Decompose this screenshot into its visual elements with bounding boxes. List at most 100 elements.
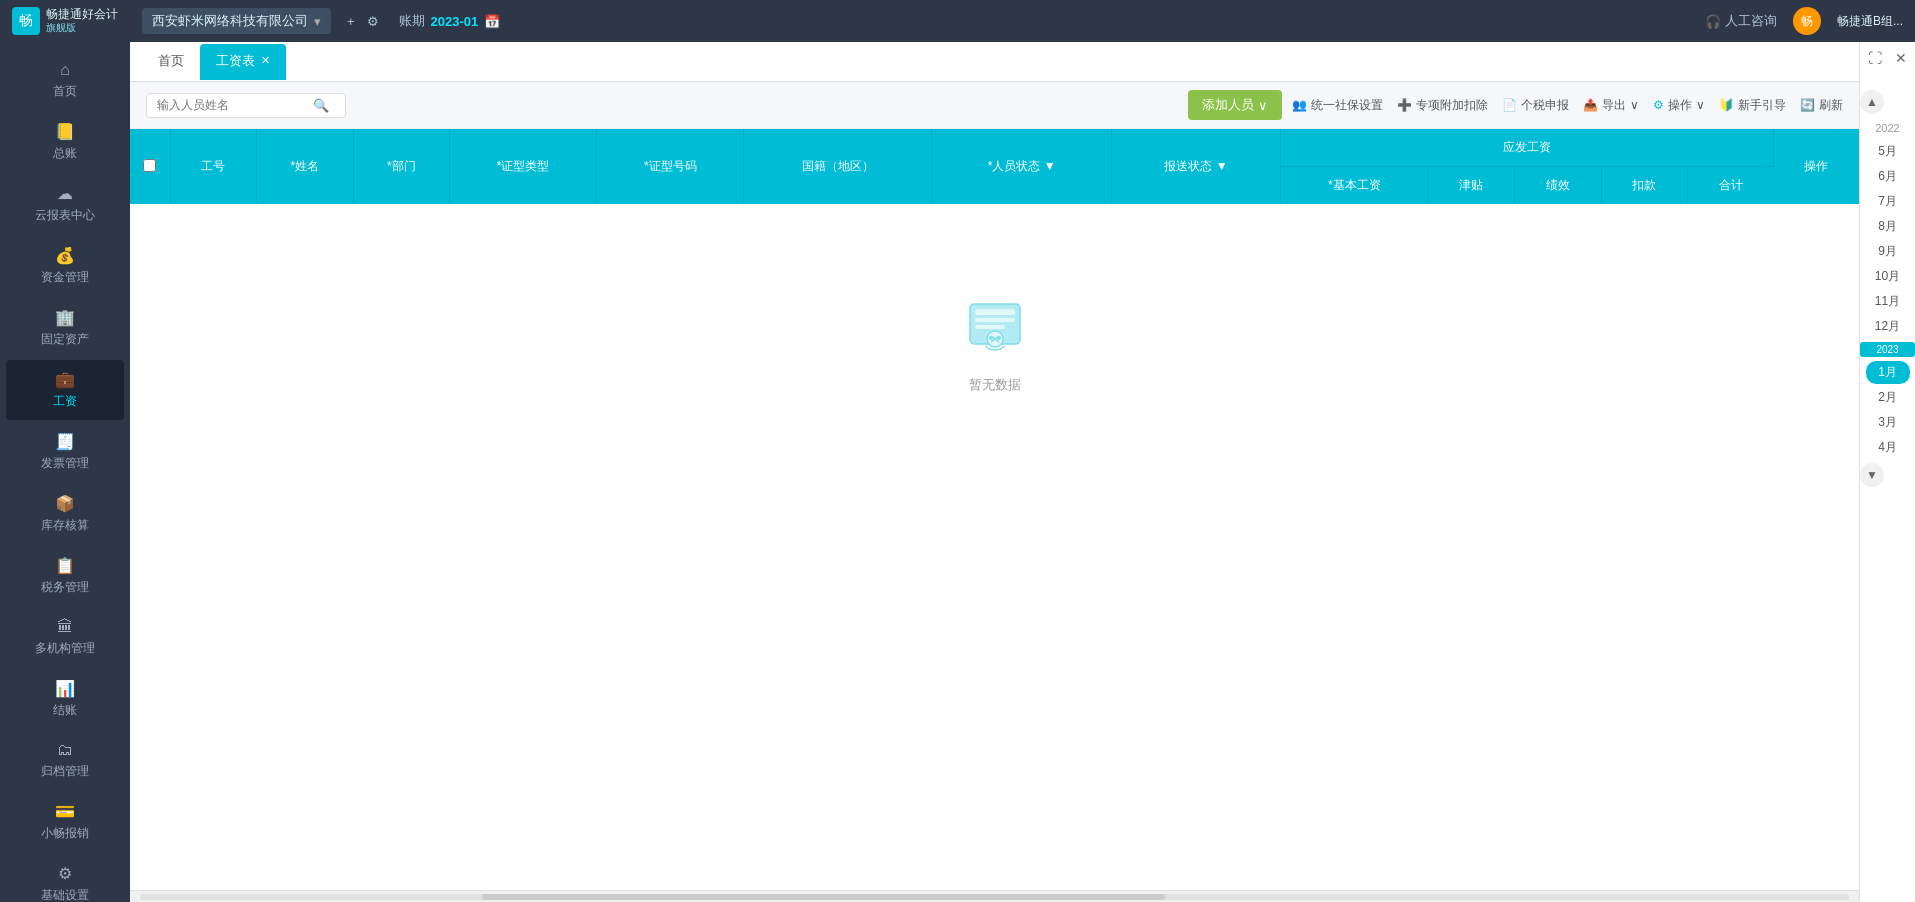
col-name: *姓名 xyxy=(257,129,353,204)
sidebar-item-ledger[interactable]: 📒 总账 xyxy=(6,112,124,172)
add-icon: + xyxy=(347,14,355,29)
sidebar-item-salary[interactable]: 💼 工资 xyxy=(6,360,124,420)
svg-point-8 xyxy=(997,336,1001,340)
col-dept: *部门 xyxy=(353,129,449,204)
month-list-2023: 1月 2月 3月 4月 xyxy=(1860,361,1915,459)
header-actions: + ⚙ xyxy=(347,14,379,29)
month-item-2023-3[interactable]: 3月 xyxy=(1866,411,1910,434)
assets-icon: 🏢 xyxy=(55,308,75,327)
main-layout: ⌂ 首页 📒 总账 ☁ 云报表中心 💰 资金管理 🏢 固定资产 💼 工资 🧾 发… xyxy=(0,42,1915,902)
col-emp-no: 工号 xyxy=(170,129,257,204)
sidebar-item-label: 首页 xyxy=(53,83,77,100)
sidebar-item-home[interactable]: ⌂ 首页 xyxy=(6,51,124,110)
tab-home[interactable]: 首页 xyxy=(142,44,200,80)
special-deduction-button[interactable]: ➕ 专项附加扣除 xyxy=(1397,97,1488,114)
sidebar-item-multi[interactable]: 🏛 多机构管理 xyxy=(6,608,124,667)
guide-button[interactable]: 🔰 新手引导 xyxy=(1719,97,1786,114)
col-person-status: *人员状态 ▼ xyxy=(932,129,1111,204)
operations-icon: ⚙ xyxy=(1653,98,1664,112)
sidebar-item-cloud[interactable]: ☁ 云报表中心 xyxy=(6,174,124,234)
sidebar-item-label: 固定资产 xyxy=(41,331,89,348)
month-item-2022-6[interactable]: 6月 xyxy=(1866,165,1910,188)
guide-toolbar-icon: 🔰 xyxy=(1719,98,1734,112)
month-item-2023-4[interactable]: 4月 xyxy=(1866,436,1910,459)
user-name[interactable]: 畅捷通B组... xyxy=(1837,13,1903,30)
refresh-button[interactable]: 🔄 刷新 xyxy=(1800,97,1843,114)
month-item-2022-12[interactable]: 12月 xyxy=(1866,315,1910,338)
sidebar-item-label: 总账 xyxy=(53,145,77,162)
sidebar-item-label: 基础设置 xyxy=(41,887,89,902)
tab-close-icon[interactable]: ✕ xyxy=(261,54,270,67)
col-salary-group: 应发工资 xyxy=(1281,129,1774,167)
sidebar-item-inventory[interactable]: 📦 库存核算 xyxy=(6,484,124,544)
col-report-status: 报送状态 ▼ xyxy=(1111,129,1281,204)
content-area: 首页 工资表 ✕ 🔍 添加人员 ∨ 👥 统一社保设置 xyxy=(130,42,1859,902)
svg-point-7 xyxy=(989,336,993,340)
sidebar-item-settings[interactable]: ⚙ 基础设置 xyxy=(6,854,124,902)
calendar-icon[interactable]: 📅 xyxy=(484,14,500,29)
select-all-checkbox[interactable] xyxy=(143,159,156,172)
avatar[interactable]: 畅 xyxy=(1793,7,1821,35)
col-id-type: *证型类型 xyxy=(450,129,597,204)
scroll-thumb[interactable] xyxy=(482,894,1166,900)
sidebar-item-label: 小畅报销 xyxy=(41,825,89,842)
funds-icon: 💰 xyxy=(55,246,75,265)
svg-rect-2 xyxy=(975,318,1015,322)
filter-report-icon[interactable]: ▼ xyxy=(1216,159,1228,173)
month-item-2022-5[interactable]: 5月 xyxy=(1866,140,1910,163)
sidebar-item-archive[interactable]: 🗂 归档管理 xyxy=(6,731,124,790)
tab-salary-label: 工资表 xyxy=(216,52,255,70)
expand-panel-button[interactable]: ⛶ xyxy=(1868,50,1882,66)
sidebar-item-tax[interactable]: 📋 税务管理 xyxy=(6,546,124,606)
panel-nav-down-button[interactable]: ▼ xyxy=(1860,463,1884,487)
sidebar-item-label: 云报表中心 xyxy=(35,207,95,224)
search-input[interactable] xyxy=(157,98,307,112)
operations-button[interactable]: ⚙ 操作 ∨ xyxy=(1653,97,1705,114)
close-books-icon: 📊 xyxy=(55,679,75,698)
year-2023-badge: 2023 xyxy=(1860,342,1915,357)
svg-rect-1 xyxy=(975,309,1015,315)
export-arrow: ∨ xyxy=(1630,98,1639,112)
tab-salary-table[interactable]: 工资表 ✕ xyxy=(200,44,286,80)
month-item-2022-10[interactable]: 10月 xyxy=(1866,265,1910,288)
empty-state: 暂无数据 xyxy=(130,204,1859,474)
company-name: 西安虾米网络科技有限公司 xyxy=(152,12,308,30)
company-selector[interactable]: 西安虾米网络科技有限公司 ▾ xyxy=(142,8,331,34)
service-button[interactable]: 🎧 人工咨询 xyxy=(1705,12,1777,30)
col-operations: 操作 xyxy=(1773,129,1859,204)
add-person-arrow: ∨ xyxy=(1258,98,1268,113)
sidebar-item-invoice[interactable]: 🧾 发票管理 xyxy=(6,422,124,482)
app-logo-icon: 畅 xyxy=(12,7,40,35)
expense-icon: 💳 xyxy=(55,802,75,821)
panel-nav-up-button[interactable]: ▲ xyxy=(1860,90,1884,114)
month-item-2023-2[interactable]: 2月 xyxy=(1866,386,1910,409)
gear-icon: ⚙ xyxy=(58,864,72,883)
settings-button[interactable]: ⚙ xyxy=(367,14,379,29)
month-item-2022-7[interactable]: 7月 xyxy=(1866,190,1910,213)
app-name: 畅捷通好会计 xyxy=(46,7,118,21)
ledger-icon: 📒 xyxy=(55,122,75,141)
sidebar-item-expense[interactable]: 💳 小畅报销 xyxy=(6,792,124,852)
filter-person-icon[interactable]: ▼ xyxy=(1044,159,1056,173)
scroll-track[interactable] xyxy=(140,894,1849,900)
social-security-button[interactable]: 👥 统一社保设置 xyxy=(1292,97,1383,114)
close-panel-button[interactable]: ✕ xyxy=(1895,50,1907,66)
month-item-2022-11[interactable]: 11月 xyxy=(1866,290,1910,313)
scroll-bar[interactable] xyxy=(130,890,1859,902)
period-value[interactable]: 2023-01 xyxy=(431,14,479,29)
tax-report-button[interactable]: 📄 个税申报 xyxy=(1502,97,1569,114)
month-item-2023-1[interactable]: 1月 xyxy=(1866,361,1910,384)
sidebar-item-label: 结账 xyxy=(53,702,77,719)
add-person-button[interactable]: 添加人员 ∨ xyxy=(1188,90,1282,120)
sidebar-item-assets[interactable]: 🏢 固定资产 xyxy=(6,298,124,358)
search-icon: 🔍 xyxy=(313,98,329,113)
month-item-2022-9[interactable]: 9月 xyxy=(1866,240,1910,263)
sidebar-item-funds[interactable]: 💰 资金管理 xyxy=(6,236,124,296)
add-person-label: 添加人员 xyxy=(1202,96,1254,114)
sidebar-item-close[interactable]: 📊 结账 xyxy=(6,669,124,729)
month-item-2022-8[interactable]: 8月 xyxy=(1866,215,1910,238)
export-button[interactable]: 📤 导出 ∨ xyxy=(1583,97,1639,114)
archive-icon: 🗂 xyxy=(57,741,73,759)
add-company-button[interactable]: + xyxy=(347,14,355,29)
col-checkbox[interactable] xyxy=(130,129,170,204)
